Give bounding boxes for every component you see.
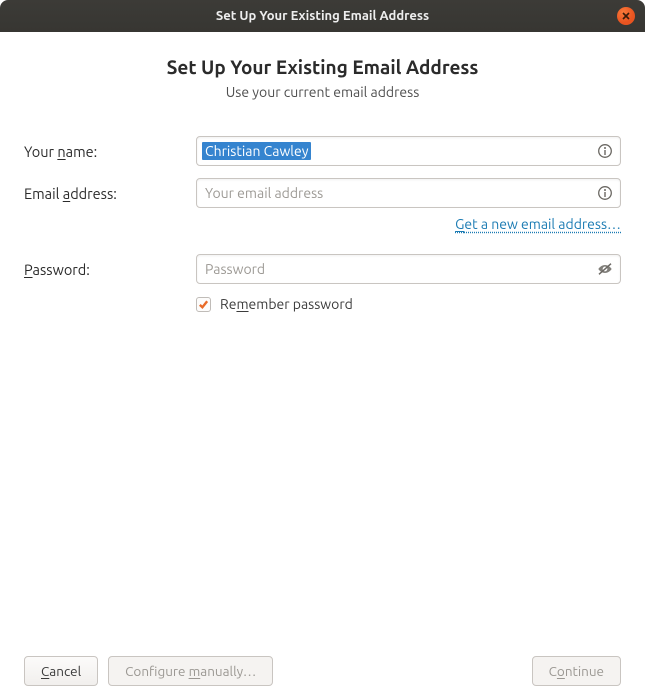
form: Your name: Christian Cawley Email addres…	[24, 136, 621, 312]
row-name: Your name: Christian Cawley	[24, 136, 621, 166]
get-new-email-link[interactable]: Get a new email address…	[455, 216, 621, 232]
remember-checkbox[interactable]	[196, 297, 211, 312]
cancel-button[interactable]: Cancel	[24, 656, 98, 686]
close-button[interactable]	[617, 7, 635, 25]
row-remember: Remember password	[196, 296, 621, 312]
label-email: Email address:	[24, 185, 196, 202]
window-title: Set Up Your Existing Email Address	[216, 9, 429, 23]
info-icon[interactable]	[597, 185, 613, 201]
eye-off-icon[interactable]	[597, 261, 613, 277]
row-password: Password:	[24, 254, 621, 284]
dialog-header: Set Up Your Existing Email Address Use y…	[24, 32, 621, 108]
name-input[interactable]	[196, 136, 621, 166]
info-icon[interactable]	[597, 143, 613, 159]
dialog-content: Set Up Your Existing Email Address Use y…	[0, 32, 645, 700]
row-get-new: Get a new email address…	[24, 216, 621, 232]
close-icon	[621, 11, 631, 21]
check-icon	[198, 299, 209, 310]
heading: Set Up Your Existing Email Address	[24, 56, 621, 78]
remember-label: Remember password	[220, 296, 353, 312]
titlebar: Set Up Your Existing Email Address	[0, 0, 645, 32]
row-email: Email address:	[24, 178, 621, 208]
email-input[interactable]	[196, 178, 621, 208]
button-bar: Cancel Configure manually… Continue	[24, 646, 621, 686]
continue-button[interactable]: Continue	[532, 656, 621, 686]
label-password: Password:	[24, 261, 196, 278]
label-name: Your name:	[24, 143, 196, 160]
password-input[interactable]	[196, 254, 621, 284]
configure-manually-button[interactable]: Configure manually…	[108, 656, 273, 686]
subheading: Use your current email address	[24, 84, 621, 100]
